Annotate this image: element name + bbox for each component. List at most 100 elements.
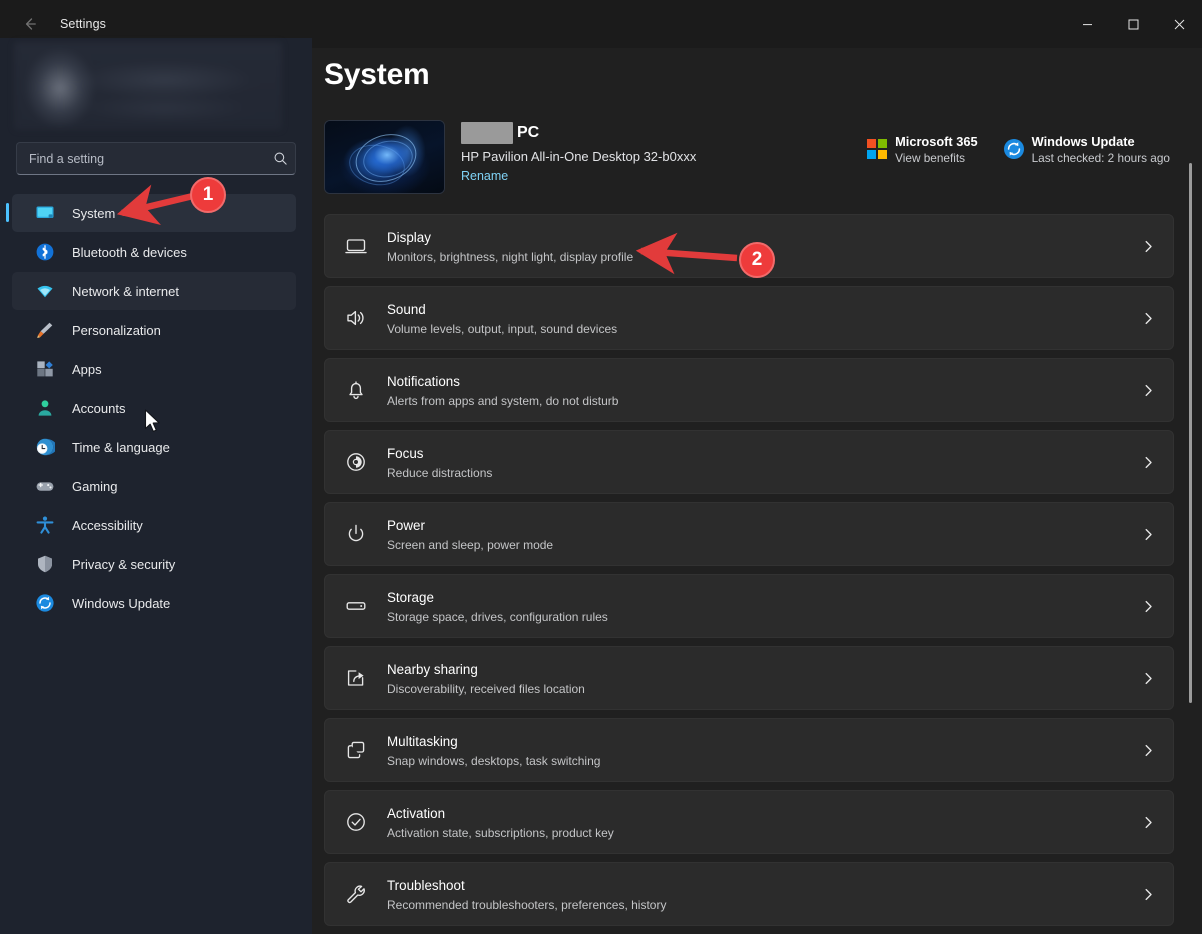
annotation-badge-1: 1 [190, 177, 226, 213]
sidebar-item-apps[interactable]: Apps [12, 350, 296, 388]
settings-row-title: Activation [387, 805, 446, 821]
sidebar-item-label: Personalization [72, 322, 161, 338]
sidebar-item-time-language[interactable]: Time & language [12, 428, 296, 466]
sidebar-item-accounts[interactable]: Accounts [12, 389, 296, 427]
settings-row-subtitle: Volume levels, output, input, sound devi… [387, 321, 618, 336]
scrollbar-thumb[interactable] [1189, 163, 1192, 703]
check-circle-icon [325, 810, 387, 834]
settings-row-multitasking[interactable]: Multitasking Snap windows, desktops, task… [324, 718, 1174, 782]
user-profile-redacted[interactable] [14, 42, 282, 130]
minimize-button[interactable] [1064, 0, 1110, 48]
page-title: System [324, 58, 430, 91]
settings-row-text: Focus Reduce distractions [387, 445, 1123, 480]
settings-row-title: Notifications [387, 373, 460, 389]
settings-row-focus[interactable]: Focus Reduce distractions [324, 430, 1174, 494]
sidebar-item-label: System [72, 205, 116, 221]
chevron-right-icon[interactable] [1123, 744, 1173, 757]
search-box[interactable] [16, 142, 296, 175]
window-controls [1064, 0, 1202, 48]
sidebar: System Bluetooth & devices Network & inter… [0, 38, 312, 934]
maximize-icon [1128, 19, 1138, 29]
wrench-icon [325, 882, 387, 906]
speaker-icon [325, 306, 387, 330]
sidebar-item-privacy-security[interactable]: Privacy & security [12, 545, 296, 583]
back-button[interactable] [8, 8, 52, 40]
settings-row-title: Display [387, 229, 431, 245]
pc-model: HP Pavilion All-in-One Desktop 32-b0xxx [461, 149, 697, 164]
sidebar-item-bluetooth-devices[interactable]: Bluetooth & devices [12, 233, 296, 271]
close-button[interactable] [1156, 0, 1202, 48]
chevron-right-icon[interactable] [1123, 456, 1173, 469]
sidebar-item-network-internet[interactable]: Network & internet [12, 272, 296, 310]
sidebar-item-gaming[interactable]: Gaming [12, 467, 296, 505]
settings-row-subtitle: Discoverability, received files location [387, 681, 585, 696]
pc-name-row: PC [461, 120, 696, 146]
power-icon [325, 522, 387, 546]
paintbrush-icon [32, 319, 58, 341]
settings-row-text: Activation Activation state, subscription… [387, 805, 1123, 840]
sidebar-item-label: Windows Update [72, 595, 171, 611]
apps-icon [32, 358, 58, 380]
settings-row-subtitle: Reduce distractions [387, 465, 493, 480]
focus-icon [325, 450, 387, 474]
sidebar-item-personalization[interactable]: Personalization [12, 311, 296, 349]
card-windows-update[interactable]: Windows Update Last checked: 2 hours ago [996, 126, 1188, 172]
chevron-right-icon[interactable] [1123, 816, 1173, 829]
chevron-right-icon[interactable] [1123, 600, 1173, 613]
sidebar-item-label: Time & language [72, 439, 170, 455]
bluetooth-icon [32, 241, 58, 263]
share-icon [325, 666, 387, 690]
settings-row-text: Troubleshoot Recommended troubleshooters,… [387, 877, 1123, 912]
sidebar-item-system[interactable]: System [6, 194, 296, 232]
header-cards: Microsoft 365 View benefits Windows Upda… [859, 126, 1188, 172]
vertical-scrollbar[interactable] [1184, 108, 1198, 930]
settings-row-text: Power Screen and sleep, power mode [387, 517, 1123, 552]
display-icon [325, 234, 387, 258]
update-icon [32, 592, 58, 614]
gamepad-icon [32, 475, 58, 497]
maximize-button[interactable] [1110, 0, 1156, 48]
search-input[interactable] [17, 151, 265, 166]
settings-row-storage[interactable]: Storage Storage space, drives, configurat… [324, 574, 1174, 638]
settings-row-title: Power [387, 517, 425, 533]
settings-row-troubleshoot[interactable]: Troubleshoot Recommended troubleshooters,… [324, 862, 1174, 926]
card-subtitle: View benefits [895, 150, 966, 165]
card-text: Windows Update Last checked: 2 hours ago [1032, 134, 1170, 165]
sidebar-item-windows-update[interactable]: Windows Update [12, 584, 296, 622]
settings-row-activation[interactable]: Activation Activation state, subscription… [324, 790, 1174, 854]
settings-rows: Display Monitors, brightness, night light… [324, 214, 1174, 934]
card-text: Microsoft 365 View benefits [895, 134, 978, 165]
rename-link[interactable]: Rename [461, 169, 508, 183]
sidebar-item-label: Network & internet [72, 283, 179, 299]
settings-row-text: Storage Storage space, drives, configurat… [387, 589, 1123, 624]
settings-row-text: Notifications Alerts from apps and system… [387, 373, 1123, 408]
chevron-right-icon[interactable] [1123, 384, 1173, 397]
settings-row-subtitle: Screen and sleep, power mode [387, 537, 554, 552]
storage-icon [325, 594, 387, 618]
settings-row-title: Troubleshoot [387, 877, 465, 893]
settings-row-subtitle: Snap windows, desktops, task switching [387, 753, 601, 768]
update-icon [996, 138, 1032, 160]
settings-row-title: Multitasking [387, 733, 458, 749]
chevron-right-icon[interactable] [1123, 528, 1173, 541]
settings-row-sound[interactable]: Sound Volume levels, output, input, sound… [324, 286, 1174, 350]
chevron-right-icon[interactable] [1123, 888, 1173, 901]
monitor-icon [32, 202, 58, 224]
settings-row-subtitle: Activation state, subscriptions, product… [387, 825, 614, 840]
multitasking-icon [325, 738, 387, 762]
pc-name: PC [517, 124, 540, 141]
settings-row-nearby-sharing[interactable]: Nearby sharing Discoverability, received … [324, 646, 1174, 710]
card-microsoft-365[interactable]: Microsoft 365 View benefits [859, 126, 996, 172]
search-container [16, 142, 296, 175]
settings-row-subtitle: Storage space, drives, configuration rul… [387, 609, 608, 624]
settings-row-power[interactable]: Power Screen and sleep, power mode [324, 502, 1174, 566]
chevron-right-icon[interactable] [1123, 240, 1173, 253]
sidebar-item-accessibility[interactable]: Accessibility [12, 506, 296, 544]
person-icon [32, 397, 58, 419]
chevron-right-icon[interactable] [1123, 312, 1173, 325]
settings-row-title: Nearby sharing [387, 661, 478, 677]
settings-row-notifications[interactable]: Notifications Alerts from apps and system… [324, 358, 1174, 422]
main-content: System PC HP Pavilion All-in-One Desktop… [312, 48, 1202, 934]
chevron-right-icon[interactable] [1123, 672, 1173, 685]
device-info: PC HP Pavilion All-in-One Desktop 32-b0x… [461, 120, 696, 185]
